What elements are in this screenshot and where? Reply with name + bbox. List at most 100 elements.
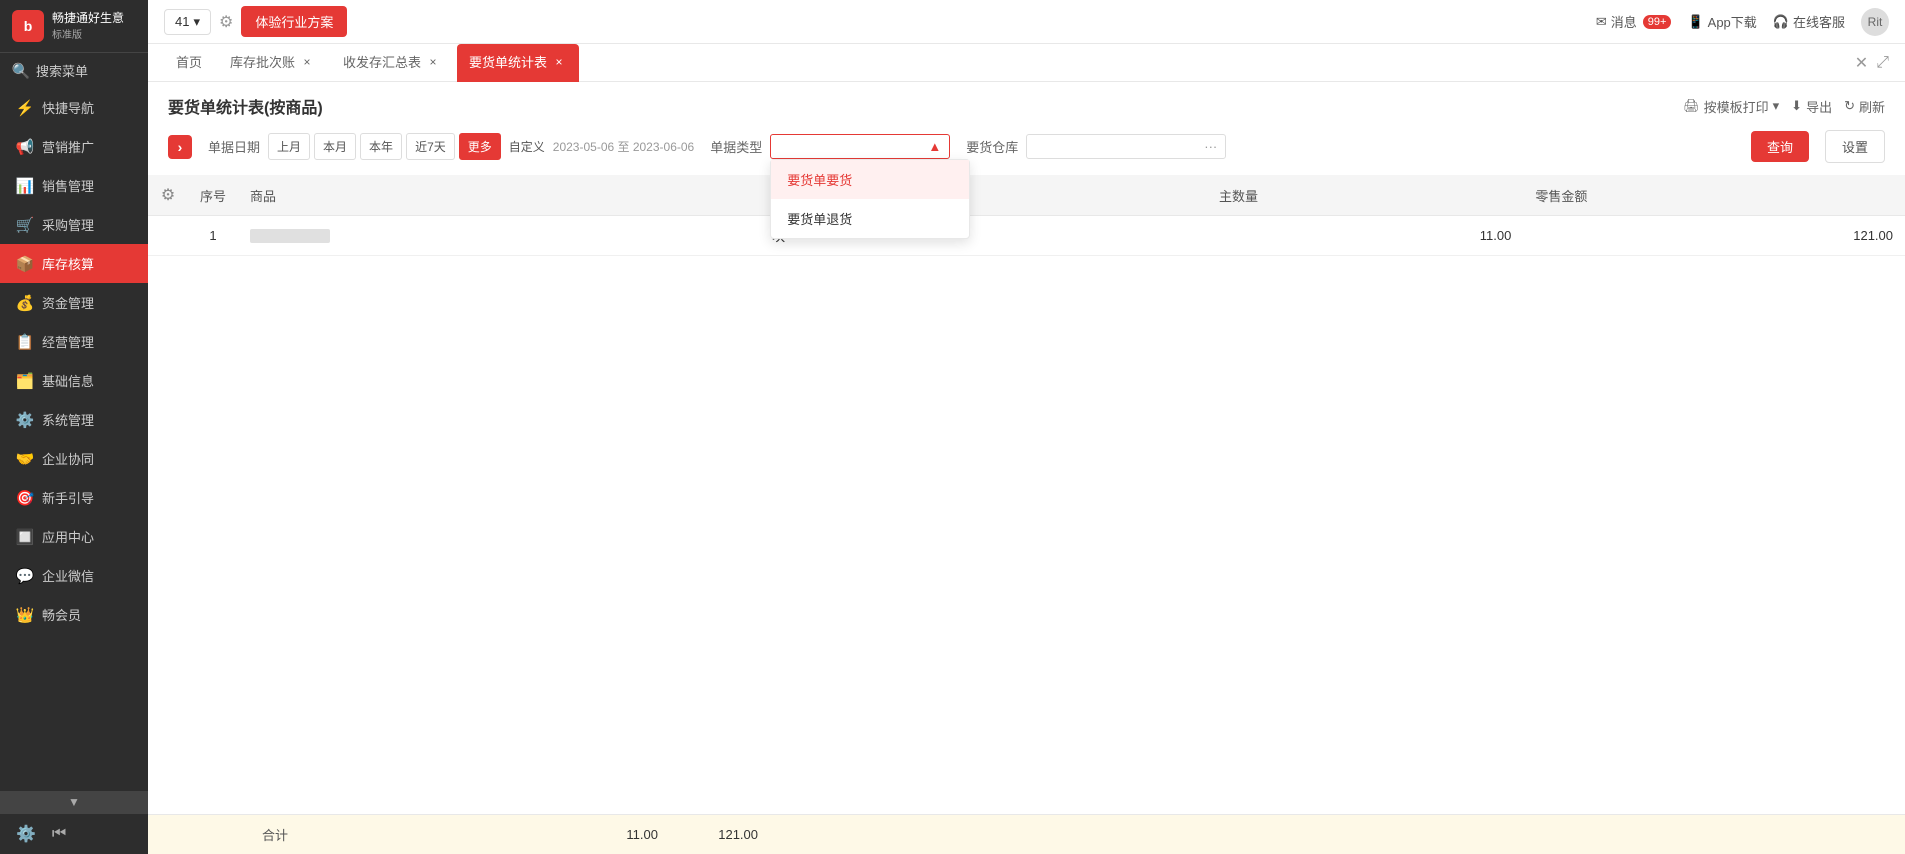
footer-amount: 121.00 — [670, 827, 770, 842]
download-icon: 📱 — [1687, 14, 1703, 30]
export-action[interactable]: ⬇ 导出 — [1791, 97, 1832, 116]
app-download-action[interactable]: 📱 App下载 — [1687, 12, 1756, 31]
sidebar-item-base-info[interactable]: 🗂️ 基础信息 — [0, 361, 148, 400]
header-settings-icon[interactable]: ⚙ — [219, 12, 233, 32]
tab-home[interactable]: 首页 — [164, 44, 214, 82]
type-dropdown-menu: 要货单要货 要货单退货 — [770, 159, 970, 239]
logo-sub: 标准版 — [52, 26, 124, 41]
sidebar-item-wechat[interactable]: 💬 企业微信 — [0, 556, 148, 595]
row-check — [148, 216, 188, 256]
sidebar-item-quick-nav[interactable]: ⚡ 快捷导航 — [0, 88, 148, 127]
sidebar-item-cooperation[interactable]: 🤝 企业协同 — [0, 439, 148, 478]
tab-close-order-stats[interactable]: × — [551, 54, 567, 70]
type-select-wrapper: ▲ 要货单要货 要货单退货 — [770, 134, 950, 159]
col-index: 序号 — [188, 175, 238, 216]
page-title: 要货单统计表(按商品) — [168, 94, 323, 118]
row-quantity: 11.00 — [1207, 216, 1523, 256]
app-center-icon: 🔲 — [16, 528, 34, 546]
table-footer: 合计 11.00 121.00 — [148, 814, 1905, 854]
marketing-icon: 📢 — [16, 138, 34, 156]
store-selector[interactable]: 41 ▾ — [164, 9, 211, 35]
inventory-icon: 📦 — [16, 255, 34, 273]
warehouse-filter-group: 要货仓库 ··· — [966, 134, 1226, 159]
tab-close-inventory-batch[interactable]: × — [299, 54, 315, 70]
type-filter-label: 单据类型 — [710, 137, 762, 156]
sidebar-item-app-center[interactable]: 🔲 应用中心 — [0, 517, 148, 556]
sidebar-item-guide[interactable]: 🎯 新手引导 — [0, 478, 148, 517]
sidebar: b 畅捷通好生意 标准版 🔍 搜索菜单 ⚡ 快捷导航 📢 营销推广 📊 销售管理… — [0, 0, 148, 854]
collapse-icon[interactable]: ⏮ — [52, 825, 66, 843]
base-info-icon: 🗂️ — [16, 372, 34, 390]
cooperation-icon: 🤝 — [16, 450, 34, 468]
setup-button[interactable]: 设置 — [1825, 130, 1885, 163]
filter-toggle-btn[interactable]: › — [168, 135, 192, 159]
date-btn-prev-month[interactable]: 上月 — [268, 133, 310, 160]
online-service-action[interactable]: 🎧 在线客服 — [1773, 12, 1845, 31]
sidebar-item-sales[interactable]: 📊 销售管理 — [0, 166, 148, 205]
col-settings[interactable]: ⚙ — [148, 175, 188, 216]
sidebar-item-system[interactable]: ⚙️ 系统管理 — [0, 400, 148, 439]
table-header-row: ⚙ 序号 商品 主计量单位 主数量 零售金额 — [148, 175, 1905, 216]
sidebar-item-marketing[interactable]: 📢 营销推广 — [0, 127, 148, 166]
user-avatar[interactable]: Rit — [1861, 8, 1889, 36]
type-select-chevron-up-icon: ▲ — [928, 139, 941, 154]
messages-action[interactable]: ✉ 消息 99+ — [1596, 12, 1672, 31]
sidebar-item-inventory[interactable]: 📦 库存核算 — [0, 244, 148, 283]
messages-badge: 99+ — [1643, 15, 1672, 29]
warehouse-more-icon: ··· — [1204, 139, 1217, 154]
system-icon: ⚙️ — [16, 411, 34, 429]
type-select-value — [779, 139, 783, 154]
data-table: ⚙ 序号 商品 主计量单位 主数量 零售金额 1 — [148, 175, 1905, 256]
row-index: 1 — [188, 216, 238, 256]
search-icon: 🔍 — [12, 62, 30, 80]
warehouse-filter-label: 要货仓库 — [966, 137, 1018, 156]
refresh-icon: ↻ — [1844, 98, 1855, 114]
export-icon: ⬇ — [1791, 98, 1802, 114]
print-action[interactable]: 🖨 按模板打印 ▾ — [1683, 97, 1779, 116]
date-btn-this-year[interactable]: 本年 — [360, 133, 402, 160]
main-area: 41 ▾ ⚙ 体验行业方案 ✉ 消息 99+ 📱 App下载 🎧 在线客服 Ri… — [148, 0, 1905, 854]
tab-bar: 首页 库存批次账 × 收发存汇总表 × 要货单统计表 × ✕ ⤢ — [148, 44, 1905, 82]
sidebar-item-search[interactable]: 🔍 搜索菜单 — [0, 53, 148, 88]
header: 41 ▾ ⚙ 体验行业方案 ✉ 消息 99+ 📱 App下载 🎧 在线客服 Ri… — [148, 0, 1905, 44]
footer-label: 合计 — [250, 825, 450, 844]
filter-bar: › 单据日期 上月 本月 本年 近7天 更多 自定义 2023-05-06 至 … — [148, 118, 1905, 175]
close-all-tabs-icon[interactable]: ✕ — [1855, 53, 1868, 73]
column-settings-icon[interactable]: ⚙ — [161, 187, 175, 204]
refresh-action[interactable]: ↻ 刷新 — [1844, 97, 1885, 116]
table-row: 1 块 11.00 121.00 — [148, 216, 1905, 256]
sidebar-item-finance[interactable]: 💰 资金管理 — [0, 283, 148, 322]
finance-icon: 💰 — [16, 294, 34, 312]
type-select[interactable]: ▲ — [770, 134, 950, 159]
settings-footer-icon[interactable]: ⚙️ — [16, 824, 36, 844]
trial-button[interactable]: 体验行业方案 — [241, 6, 347, 37]
date-btn-7days[interactable]: 近7天 — [406, 133, 455, 160]
tab-order-stats[interactable]: 要货单统计表 × — [457, 44, 579, 82]
print-chevron-icon: ▾ — [1773, 98, 1780, 114]
date-btn-more[interactable]: 更多 — [459, 133, 501, 160]
tab-close-receive-summary[interactable]: × — [425, 54, 441, 70]
type-option-return-goods[interactable]: 要货单退货 — [771, 199, 969, 238]
date-custom-btn[interactable]: 自定义 — [509, 138, 545, 155]
date-btn-this-month[interactable]: 本月 — [314, 133, 356, 160]
sidebar-scroll-down[interactable]: ▼ — [0, 791, 148, 813]
sales-icon: 📊 — [16, 177, 34, 195]
header-left: 41 ▾ ⚙ 体验行业方案 — [164, 6, 1584, 37]
col-amount: 零售金额 — [1523, 175, 1905, 216]
query-button[interactable]: 查询 — [1751, 131, 1809, 162]
sidebar-item-purchase[interactable]: 🛒 采购管理 — [0, 205, 148, 244]
tab-inventory-batch[interactable]: 库存批次账 × — [218, 44, 327, 82]
sidebar-item-member[interactable]: 👑 畅会员 — [0, 595, 148, 634]
warehouse-select[interactable]: ··· — [1026, 134, 1226, 159]
type-option-order-goods[interactable]: 要货单要货 — [771, 160, 969, 199]
sidebar-item-operations[interactable]: 📋 经营管理 — [0, 322, 148, 361]
expand-tabs-icon[interactable]: ⤢ — [1876, 54, 1889, 72]
row-product — [238, 216, 760, 256]
purchase-icon: 🛒 — [16, 216, 34, 234]
wechat-icon: 💬 — [16, 567, 34, 585]
quick-nav-icon: ⚡ — [16, 99, 34, 117]
tab-receive-summary[interactable]: 收发存汇总表 × — [331, 44, 453, 82]
service-icon: 🎧 — [1773, 14, 1789, 30]
col-quantity: 主数量 — [1207, 175, 1523, 216]
member-icon: 👑 — [16, 606, 34, 624]
